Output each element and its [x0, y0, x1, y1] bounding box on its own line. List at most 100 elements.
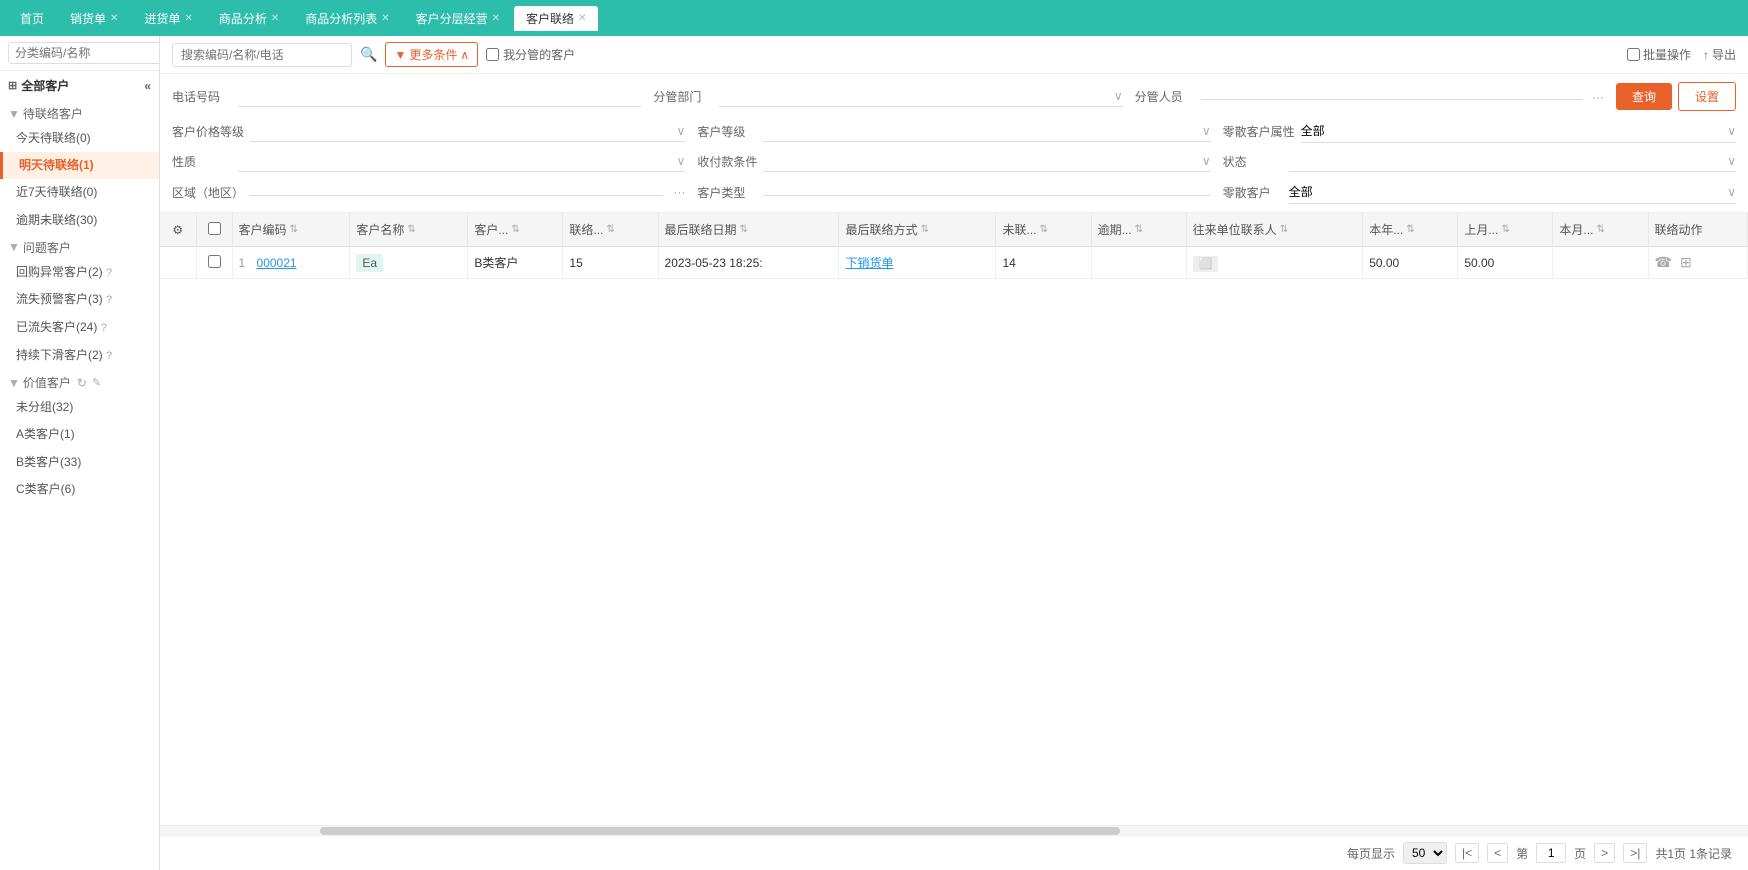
payment-select[interactable]: ∨ [763, 151, 1210, 172]
td-level: B类客户 [468, 247, 563, 279]
th-no-contact: 未联... ⇅ [996, 213, 1091, 247]
more-conditions-btn[interactable]: ▼ 更多条件 ∧ [385, 42, 478, 67]
person-more-icon[interactable]: ··· [1592, 90, 1604, 104]
horizontal-scrollbar[interactable] [160, 825, 1748, 835]
prev-page-btn[interactable]: < [1487, 843, 1508, 863]
customer-type-select[interactable] [763, 189, 1210, 196]
nav-customer-tier-close[interactable]: ✕ [492, 13, 500, 24]
td-check [196, 247, 232, 279]
table-header-row: ⚙ 客户编码 ⇅ 客户名称 [160, 213, 1748, 247]
phone-action-icon[interactable]: ☎ [1655, 254, 1672, 271]
batch-op-checkbox[interactable] [1627, 48, 1640, 61]
nav-customer-contact[interactable]: 客户联络 ✕ [514, 6, 598, 31]
chevron-down-icon-3: ∨ [1202, 124, 1211, 138]
customer-type-label: 客户类型 [697, 184, 757, 201]
nav-product-analysis[interactable]: 商品分析 ✕ [207, 6, 291, 31]
nav-purchase[interactable]: 进货单 ✕ [132, 6, 204, 31]
td-name[interactable]: Ea [350, 247, 468, 279]
sidebar-item-ungrouped[interactable]: 未分组(32) [0, 394, 159, 421]
sidebar-search-input[interactable] [8, 42, 160, 64]
sidebar-item-tomorrow[interactable]: 明天待联络(1) [0, 152, 159, 179]
th-code: 客户编码 ⇅ [232, 213, 350, 247]
first-page-btn[interactable]: |< [1455, 843, 1479, 863]
sort-icon-code: ⇅ [290, 224, 298, 235]
status-select[interactable]: ∨ [1289, 151, 1736, 172]
nav-home[interactable]: 首页 [8, 6, 56, 31]
th-gear: ⚙ [160, 213, 196, 247]
export-button[interactable]: ↑ 导出 [1703, 46, 1736, 63]
retail-attr-select[interactable]: 全部 ∨ [1301, 119, 1736, 143]
retail-attr-value: 全部 [1301, 122, 1325, 139]
filter-status: 状态 ∨ [1223, 151, 1736, 172]
gender-select[interactable]: ∨ [238, 151, 685, 172]
pagination-bar: 每页显示 50 |< < 第 页 > >| 共1页 1条记录 [160, 835, 1748, 870]
set-button[interactable]: 设置 [1678, 82, 1736, 111]
customer-level-select[interactable]: ∨ [763, 121, 1210, 142]
nav-customer-tier[interactable]: 客户分层经营 ✕ [404, 6, 512, 31]
sidebar-item-repurchase[interactable]: 回购异常客户(2) ? [0, 259, 159, 287]
sidebar-item-today[interactable]: 今天待联络(0) [0, 125, 159, 152]
td-gear [160, 247, 196, 279]
search-button[interactable]: 🔍 [360, 46, 377, 63]
nav-customer-tier-label: 客户分层经营 [416, 10, 488, 27]
batch-op-btn[interactable]: 批量操作 [1627, 46, 1691, 63]
search-input[interactable] [172, 43, 352, 67]
nav-sales[interactable]: 销货单 ✕ [58, 6, 130, 31]
sidebar-item-churn-warning[interactable]: 流失预警客户(3) ? [0, 286, 159, 314]
row-checkbox[interactable] [208, 255, 221, 268]
filter-gender: 性质 ∨ [172, 151, 685, 172]
last-page-btn[interactable]: >| [1623, 843, 1647, 863]
gear-icon[interactable]: ⚙ [172, 223, 183, 237]
chevron-down-icon-7: ∨ [1727, 154, 1736, 168]
contact-person-tag: ⬜ [1193, 256, 1219, 272]
sidebar-item-a-class[interactable]: A类客户(1) [0, 421, 159, 448]
sidebar-item-overdue[interactable]: 逾期未联络(30) [0, 207, 159, 234]
edit-icon[interactable]: ✎ [92, 376, 101, 389]
sidebar-item-declining[interactable]: 持续下滑客户(2) ? [0, 342, 159, 370]
grid-action-icon[interactable]: ⊞ [1680, 254, 1692, 271]
filter-bar-right: 批量操作 ↑ 导出 [1627, 46, 1736, 63]
sort-icon-contact: ⇅ [606, 224, 614, 235]
filter-retail-customer: 零散客户 全部 ∨ [1223, 180, 1736, 204]
my-customers-checkbox[interactable] [486, 48, 499, 61]
retail-customer-select[interactable]: 全部 ∨ [1289, 180, 1736, 204]
td-code[interactable]: 000021 [257, 256, 297, 270]
td-last-type[interactable]: 下销货单 [839, 247, 996, 279]
collapse-icon[interactable]: « [144, 79, 151, 93]
page-size-select[interactable]: 50 [1403, 842, 1447, 864]
nav-home-label: 首页 [20, 10, 44, 27]
query-button[interactable]: 查询 [1616, 83, 1672, 110]
nav-product-list-close[interactable]: ✕ [381, 13, 389, 24]
my-customers-check[interactable]: 我分管的客户 [486, 46, 575, 63]
area-more-icon[interactable]: ··· [673, 185, 685, 199]
help-icon-declining: ? [106, 350, 112, 362]
refresh-icon[interactable]: ↻ [77, 376, 87, 390]
sidebar-item-c-class[interactable]: C类客户(6) [0, 476, 159, 503]
nav-purchase-close[interactable]: ✕ [184, 13, 192, 24]
select-all-checkbox[interactable] [208, 222, 221, 235]
person-select[interactable] [1201, 93, 1582, 100]
all-customers-header[interactable]: ⊞ 全部客户 « [0, 71, 159, 100]
area-select[interactable] [250, 189, 663, 196]
last-contact-link[interactable]: 下销货单 [845, 256, 893, 270]
payment-label: 收付款条件 [697, 153, 757, 170]
nav-sales-close[interactable]: ✕ [110, 13, 118, 24]
dept-select[interactable]: ∨ [719, 86, 1122, 107]
price-level-select[interactable]: ∨ [250, 121, 685, 142]
sort-icon-name: ⇅ [407, 224, 415, 235]
td-last-date: 2023-05-23 18:25: [658, 247, 839, 279]
scrollbar-thumb[interactable] [320, 827, 1120, 835]
nav-customer-contact-close[interactable]: ✕ [578, 13, 586, 24]
nav-product-list[interactable]: 商品分析列表 ✕ [293, 6, 401, 31]
problem-group-title: 问题客户 [23, 239, 71, 256]
value-group-title: 价值客户 [23, 374, 71, 391]
next-page-btn[interactable]: > [1594, 843, 1615, 863]
page-input[interactable] [1536, 843, 1566, 863]
sidebar-item-churned[interactable]: 已流失客户(24) ? [0, 314, 159, 342]
nav-product-analysis-close[interactable]: ✕ [271, 13, 279, 24]
sidebar-item-week[interactable]: 近7天待联络(0) [0, 179, 159, 206]
phone-label: 电话号码 [172, 88, 232, 105]
phone-input[interactable] [238, 86, 641, 107]
pending-group-title: 待联络客户 [23, 105, 83, 122]
sidebar-item-b-class[interactable]: B类客户(33) [0, 449, 159, 476]
